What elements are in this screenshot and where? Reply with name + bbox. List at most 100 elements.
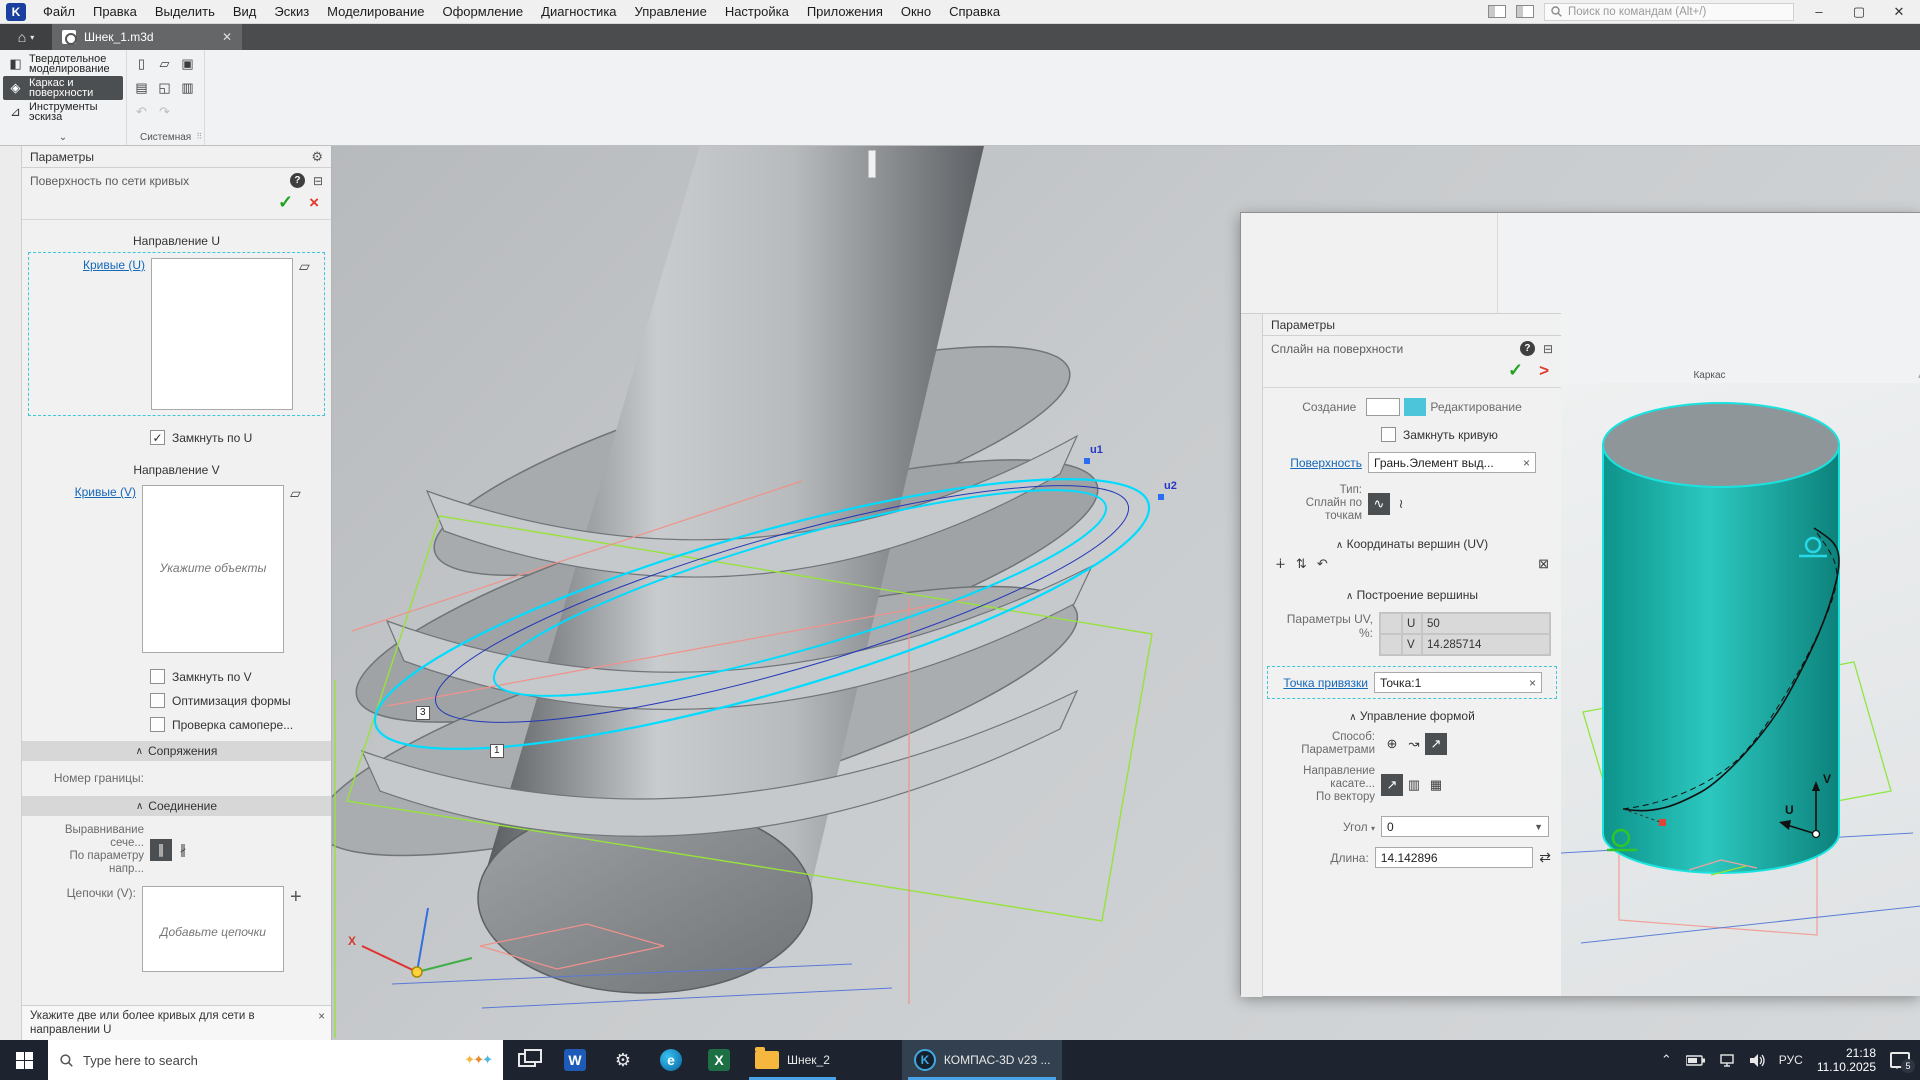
hidden-icons-chevron[interactable]: ⌃ bbox=[1661, 1052, 1672, 1068]
save-document-icon[interactable]: ▣ bbox=[181, 56, 193, 72]
accept-button[interactable]: ✓ bbox=[1508, 360, 1523, 381]
contour-edit-icon[interactable]: ▱ bbox=[290, 485, 301, 502]
document-tab[interactable]: Шнек_1.m3d ✕ bbox=[52, 24, 242, 50]
gear-icon[interactable]: ⚙ bbox=[311, 149, 323, 165]
karkas-group-footer[interactable]: Каркас ▴ bbox=[1498, 367, 1920, 383]
anchor-point-field[interactable]: Точка:1 × bbox=[1374, 672, 1542, 693]
maximize-button[interactable]: ▢ bbox=[1844, 4, 1874, 20]
surface-link[interactable]: Поверхность bbox=[1290, 456, 1362, 470]
close-button[interactable]: ✕ bbox=[1884, 4, 1914, 20]
undo-vertex-icon[interactable]: ↶ bbox=[1317, 556, 1328, 572]
command-search-input[interactable]: Поиск по командам (Alt+/) bbox=[1544, 3, 1794, 21]
chevron-down-icon[interactable]: ▾ bbox=[1371, 824, 1375, 833]
contour-edit-icon[interactable]: ▱ bbox=[299, 258, 310, 275]
menu-настройка[interactable]: Настройка bbox=[716, 2, 798, 21]
battery-icon[interactable] bbox=[1686, 1054, 1706, 1066]
angle-select[interactable]: 0 ▼ bbox=[1381, 816, 1549, 837]
cylinder-body[interactable] bbox=[1603, 445, 1839, 873]
menu-вид[interactable]: Вид bbox=[224, 2, 266, 21]
search-highlights-icon[interactable]: ✦✦✦ bbox=[464, 1052, 491, 1068]
menu-файл[interactable]: Файл bbox=[34, 2, 84, 21]
edit-mode-swatch[interactable] bbox=[1404, 398, 1426, 416]
chains-listbox[interactable]: Добавьте цепочки bbox=[142, 886, 284, 972]
tree-icon[interactable]: ⊟ bbox=[1543, 342, 1553, 356]
spline-by-poles-icon[interactable]: ≀ bbox=[1390, 493, 1412, 515]
connection-section-header[interactable]: ∧ Соединение bbox=[22, 796, 331, 816]
taskbar-kompas[interactable]: K КОМПАС-3D v23 ... bbox=[902, 1040, 1063, 1080]
close-v-checkbox[interactable] bbox=[150, 669, 165, 684]
tangent-u-icon[interactable]: ▥ bbox=[1403, 774, 1425, 796]
tangent-v-icon[interactable]: ▦ bbox=[1425, 774, 1447, 796]
anchor-point-link[interactable]: Точка привязки bbox=[1283, 676, 1368, 690]
menu-оформление[interactable]: Оформление bbox=[433, 2, 532, 21]
menu-моделирование[interactable]: Моделирование bbox=[318, 2, 433, 21]
save-as-icon[interactable]: ▥ bbox=[181, 80, 193, 96]
clear-icon[interactable]: × bbox=[1523, 676, 1536, 690]
menu-окно[interactable]: Окно bbox=[892, 2, 940, 21]
group-grip-icon[interactable]: ⠿ bbox=[196, 132, 201, 141]
window-layout-icon-1[interactable] bbox=[1488, 5, 1506, 18]
help-icon[interactable]: ? bbox=[290, 173, 305, 188]
vertex-section-header[interactable]: ∧ Построение вершины bbox=[1263, 588, 1561, 602]
spline-preview-viewport[interactable]: V U bbox=[1561, 383, 1920, 996]
insert-vertex-icon[interactable]: ⇅ bbox=[1296, 556, 1307, 572]
curves-u-link[interactable]: Кривые (U) bbox=[83, 258, 145, 272]
taskbar-folder-shnek2[interactable]: Шнек_2 bbox=[743, 1040, 842, 1080]
shape-section-header[interactable]: ∧ Управление формой bbox=[1263, 709, 1561, 723]
method-coordinates-icon[interactable]: ⊕ bbox=[1381, 733, 1403, 755]
print-icon[interactable]: ▤ bbox=[135, 80, 147, 96]
menu-управление[interactable]: Управление bbox=[626, 2, 716, 21]
accept-button[interactable]: ✓ bbox=[278, 192, 293, 213]
taskbar-search-input[interactable]: Type here to search ✦✦✦ bbox=[48, 1040, 503, 1080]
create-mode-swatch[interactable] bbox=[1366, 398, 1400, 416]
group-footer-системная[interactable]: Системная⠿ bbox=[130, 129, 201, 145]
method-parameters-icon[interactable]: ↗ bbox=[1425, 733, 1447, 755]
uv-section-header[interactable]: ∧ Координаты вершин (UV) bbox=[1263, 537, 1561, 551]
open-document-icon[interactable]: ▱ bbox=[160, 56, 170, 72]
cancel-chevron[interactable]: > bbox=[1539, 361, 1549, 381]
mode-инструменты-эскиза[interactable]: ⊿Инструменты эскиза bbox=[3, 100, 123, 124]
align-by-distance-icon[interactable]: ∦ bbox=[172, 839, 194, 861]
uv-grid-cell[interactable] bbox=[1380, 634, 1402, 655]
task-view-button[interactable] bbox=[503, 1040, 551, 1080]
taskbar-settings[interactable]: ⚙ bbox=[599, 1040, 647, 1080]
boundary-tag-1[interactable]: 1 bbox=[490, 744, 504, 758]
surface-field[interactable]: Грань.Элемент выд... × bbox=[1368, 452, 1536, 473]
minimize-button[interactable]: – bbox=[1804, 4, 1834, 19]
taskbar-excel[interactable]: X bbox=[695, 1040, 743, 1080]
tab-close-icon[interactable]: ✕ bbox=[222, 30, 232, 44]
align-by-parameter-icon[interactable]: ∥ bbox=[150, 839, 172, 861]
add-chain-button[interactable]: + bbox=[290, 886, 302, 909]
cancel-button[interactable]: × bbox=[309, 193, 319, 213]
print-preview-icon[interactable]: ◱ bbox=[158, 80, 170, 96]
new-document-icon[interactable]: ▯ bbox=[138, 56, 145, 72]
message-close-icon[interactable]: × bbox=[318, 1010, 325, 1024]
tangent-vector-icon[interactable]: ↗ bbox=[1381, 774, 1403, 796]
direction-handle[interactable] bbox=[1659, 819, 1666, 826]
curves-u-listbox[interactable] bbox=[151, 258, 293, 410]
menu-эскиз[interactable]: Эскиз bbox=[265, 2, 318, 21]
swap-direction-icon[interactable]: ⇄ bbox=[1539, 849, 1551, 866]
language-indicator[interactable]: РУС bbox=[1779, 1053, 1803, 1067]
add-vertex-icon[interactable]: ∔ bbox=[1275, 556, 1286, 572]
conjugation-section-header[interactable]: ∧ Сопряжения bbox=[22, 741, 331, 761]
menu-выделить[interactable]: Выделить bbox=[146, 2, 224, 21]
close-curve-checkbox[interactable] bbox=[1381, 427, 1396, 442]
help-icon[interactable]: ? bbox=[1520, 341, 1535, 356]
selfintersect-checkbox[interactable] bbox=[150, 717, 165, 732]
network-icon[interactable] bbox=[1720, 1054, 1736, 1067]
home-tab-button[interactable]: ⌂▾ bbox=[0, 24, 52, 50]
length-input[interactable]: 14.142896 bbox=[1375, 847, 1533, 868]
notification-icon[interactable]: 5 bbox=[1890, 1052, 1910, 1068]
menu-приложения[interactable]: Приложения bbox=[798, 2, 892, 21]
taskbar-edge[interactable]: e bbox=[647, 1040, 695, 1080]
u-value[interactable]: 50 bbox=[1422, 613, 1550, 634]
menu-диагностика[interactable]: Диагностика bbox=[532, 2, 625, 21]
curves-v-listbox[interactable]: Укажите объекты bbox=[142, 485, 284, 653]
menu-правка[interactable]: Правка bbox=[84, 2, 146, 21]
clear-icon[interactable]: × bbox=[1517, 456, 1530, 470]
mode-каркас-и-поверхности[interactable]: ◈Каркас и поверхности bbox=[3, 76, 123, 100]
tree-icon[interactable]: ⊟ bbox=[313, 174, 323, 188]
curves-v-link[interactable]: Кривые (V) bbox=[75, 485, 136, 499]
modes-collapse[interactable]: ⌄ bbox=[3, 129, 123, 145]
